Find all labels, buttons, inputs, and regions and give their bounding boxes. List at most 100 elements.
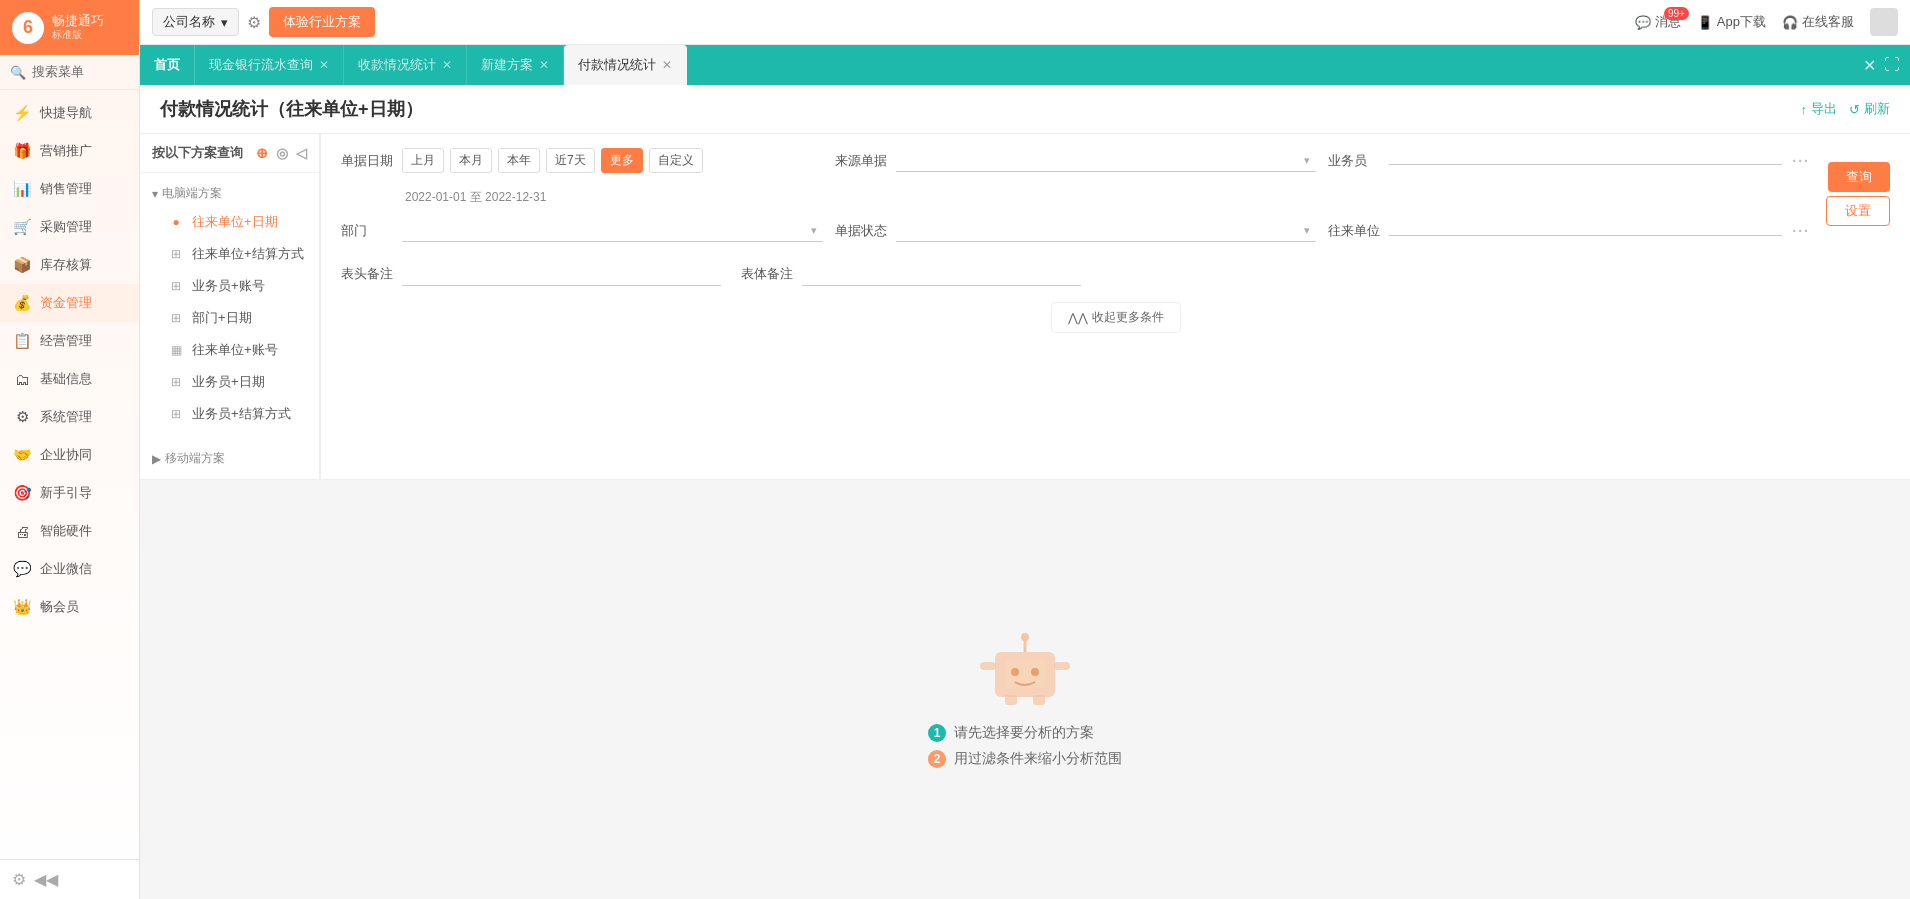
- tip-text-2: 用过滤条件来缩小分析范围: [954, 750, 1122, 768]
- settings-scheme-icon[interactable]: ◎: [276, 145, 288, 161]
- tab-home[interactable]: 首页: [140, 45, 195, 85]
- svg-point-7: [1021, 633, 1029, 641]
- scheme-item-salesman-date[interactable]: ⊞ 业务员+日期: [140, 366, 319, 398]
- tabs-bar: 首页 现金银行流水查询 ✕ 收款情况统计 ✕ 新建方案 ✕ 付款情况统计 ✕ ✕…: [140, 45, 1910, 85]
- scheme-item-partner-date[interactable]: ● 往来单位+日期: [140, 206, 319, 238]
- logo-text-block: 畅捷通巧 标准版: [52, 13, 104, 43]
- app-name: 畅捷通巧: [52, 13, 104, 29]
- company-selector[interactable]: 公司名称 ▾: [152, 8, 239, 36]
- refresh-btn[interactable]: ↺ 刷新: [1849, 100, 1890, 118]
- collapse-up-icon: ⋀⋀: [1068, 311, 1088, 325]
- sidebar-item-capital[interactable]: 💰 资金管理: [0, 284, 139, 322]
- sidebar-item-guide[interactable]: 🎯 新手引导: [0, 474, 139, 512]
- scheme-salesman-account-label: 业务员+账号: [192, 277, 265, 295]
- scheme-item-salesman-settle[interactable]: ⊞ 业务员+结算方式: [140, 398, 319, 430]
- app-download-btn[interactable]: 📱 App下载: [1697, 13, 1766, 31]
- head-note-input[interactable]: [402, 262, 721, 286]
- tab-expand-icon[interactable]: ⛶: [1884, 56, 1900, 74]
- sidebar-item-sales[interactable]: 📊 销售管理: [0, 170, 139, 208]
- mobile-section-title[interactable]: ▶ 移动端方案: [140, 446, 319, 471]
- trial-button[interactable]: 体验行业方案: [269, 7, 375, 37]
- doc-status-select[interactable]: ▾: [896, 220, 1317, 242]
- query-button[interactable]: 查询: [1828, 162, 1890, 192]
- scheme-item-partner-settle[interactable]: ⊞ 往来单位+结算方式: [140, 238, 319, 270]
- tab-new-plan-close-icon[interactable]: ✕: [539, 58, 549, 72]
- message-btn[interactable]: 💬 消息 99+: [1635, 13, 1681, 31]
- sidebar-item-inventory[interactable]: 📦 库存核算: [0, 246, 139, 284]
- sidebar-item-shortcut[interactable]: ⚡ 快捷导航: [0, 94, 139, 132]
- sidebar-item-system[interactable]: ⚙ 系统管理: [0, 398, 139, 436]
- date-btn-this-month[interactable]: 本月: [450, 148, 492, 173]
- sidebar-item-wechat[interactable]: 💬 企业微信: [0, 550, 139, 588]
- scheme-panel-header: 按以下方案查询 ⊕ ◎ ◁: [140, 134, 319, 173]
- salesman-select[interactable]: [1389, 156, 1782, 165]
- date-btn-custom[interactable]: 自定义: [649, 148, 703, 173]
- scheme-bar-icon: ▦: [168, 342, 184, 358]
- tab-receipt[interactable]: 收款情况统计 ✕: [344, 45, 467, 85]
- sidebar-item-purchase[interactable]: 🛒 采购管理: [0, 208, 139, 246]
- hardware-label: 智能硬件: [40, 522, 92, 540]
- scheme-item-salesman-account[interactable]: ⊞ 业务员+账号: [140, 270, 319, 302]
- sidebar-item-enterprise[interactable]: 🤝 企业协同: [0, 436, 139, 474]
- refresh-icon: ↺: [1849, 102, 1860, 117]
- tab-new-plan[interactable]: 新建方案 ✕: [467, 45, 564, 85]
- scheme-panel-title: 按以下方案查询: [152, 144, 243, 162]
- partner-select[interactable]: [1389, 227, 1782, 236]
- header-settings-icon[interactable]: ⚙: [247, 13, 261, 32]
- online-service-btn[interactable]: 🎧 在线客服: [1782, 13, 1854, 31]
- scheme-grid-icon-1: ⊞: [168, 246, 184, 262]
- salesman-label: 业务员: [1328, 152, 1383, 170]
- tab-bank-close-icon[interactable]: ✕: [319, 58, 329, 72]
- empty-tip-1: 1 请先选择要分析的方案: [928, 724, 1122, 742]
- guide-icon: 🎯: [12, 483, 32, 503]
- dept-cell: 部门 ▾: [341, 220, 823, 242]
- tab-bank[interactable]: 现金银行流水查询 ✕: [195, 45, 344, 85]
- user-avatar[interactable]: [1870, 8, 1898, 36]
- scheme-item-dept-date[interactable]: ⊞ 部门+日期: [140, 302, 319, 334]
- collapse-scheme-icon[interactable]: ◁: [296, 145, 307, 161]
- tab-receipt-close-icon[interactable]: ✕: [442, 58, 452, 72]
- header-right: 💬 消息 99+ 📱 App下载 🎧 在线客服: [1635, 8, 1898, 36]
- sidebar-item-marketing[interactable]: 🎁 营销推广: [0, 132, 139, 170]
- add-scheme-icon[interactable]: ⊕: [256, 145, 268, 161]
- desktop-section-title[interactable]: ▾ 电脑端方案: [140, 181, 319, 206]
- sales-label: 销售管理: [40, 180, 92, 198]
- settings-bottom-icon[interactable]: ⚙: [12, 870, 26, 889]
- date-filter-options: 上月 本月 本年 近7天 更多 自定义: [402, 148, 823, 173]
- dept-select[interactable]: ▾: [402, 220, 823, 242]
- body-note-input[interactable]: [802, 262, 1081, 286]
- date-btn-more[interactable]: 更多: [601, 148, 643, 173]
- settings-filter-button[interactable]: 设置: [1826, 196, 1890, 226]
- date-btn-last-month[interactable]: 上月: [402, 148, 444, 173]
- sidebar-item-member[interactable]: 👑 畅会员: [0, 588, 139, 626]
- collapse-sidebar-icon[interactable]: ◀◀: [34, 870, 58, 889]
- svg-rect-1: [1005, 660, 1045, 688]
- partner-cell: 往来单位 ···: [1328, 222, 1810, 240]
- head-note-cell: 表头备注: [341, 262, 721, 286]
- sidebar-item-hardware[interactable]: 🖨 智能硬件: [0, 512, 139, 550]
- partner-dots[interactable]: ···: [1792, 223, 1810, 239]
- salesman-dots[interactable]: ···: [1792, 153, 1810, 169]
- operation-label: 经营管理: [40, 332, 92, 350]
- tab-payment[interactable]: 付款情况统计 ✕: [564, 45, 687, 85]
- doc-status-cell: 单据状态 ▾: [835, 220, 1317, 242]
- sidebar-search[interactable]: 🔍 搜索菜单: [0, 55, 139, 90]
- tab-close-all-icon[interactable]: ✕: [1863, 56, 1876, 75]
- sidebar-item-basic[interactable]: 🗂 基础信息: [0, 360, 139, 398]
- collapse-conditions-btn[interactable]: ⋀⋀ 收起更多条件: [1051, 302, 1181, 333]
- filter-rows-container: 单据日期 上月 本月 本年 近7天 更多 自定义: [320, 134, 1910, 479]
- date-cell: 单据日期 上月 本月 本年 近7天 更多 自定义: [341, 148, 823, 173]
- company-name: 公司名称: [163, 13, 215, 31]
- scheme-item-partner-account[interactable]: ▦ 往来单位+账号: [140, 334, 319, 366]
- purchase-label: 采购管理: [40, 218, 92, 236]
- sidebar-item-operation[interactable]: 📋 经营管理: [0, 322, 139, 360]
- tab-payment-close-icon[interactable]: ✕: [662, 58, 672, 72]
- data-area: 1 请先选择要分析的方案 2 用过滤条件来缩小分析范围: [140, 480, 1910, 899]
- doc-status-dropdown-icon: ▾: [1304, 224, 1310, 237]
- empty-tips: 1 请先选择要分析的方案 2 用过滤条件来缩小分析范围: [928, 724, 1122, 768]
- collapse-btn-label: 收起更多条件: [1092, 309, 1164, 326]
- date-btn-7days[interactable]: 近7天: [546, 148, 595, 173]
- date-btn-this-year[interactable]: 本年: [498, 148, 540, 173]
- export-btn[interactable]: ↑ 导出: [1801, 100, 1838, 118]
- source-select[interactable]: ▾: [896, 150, 1317, 172]
